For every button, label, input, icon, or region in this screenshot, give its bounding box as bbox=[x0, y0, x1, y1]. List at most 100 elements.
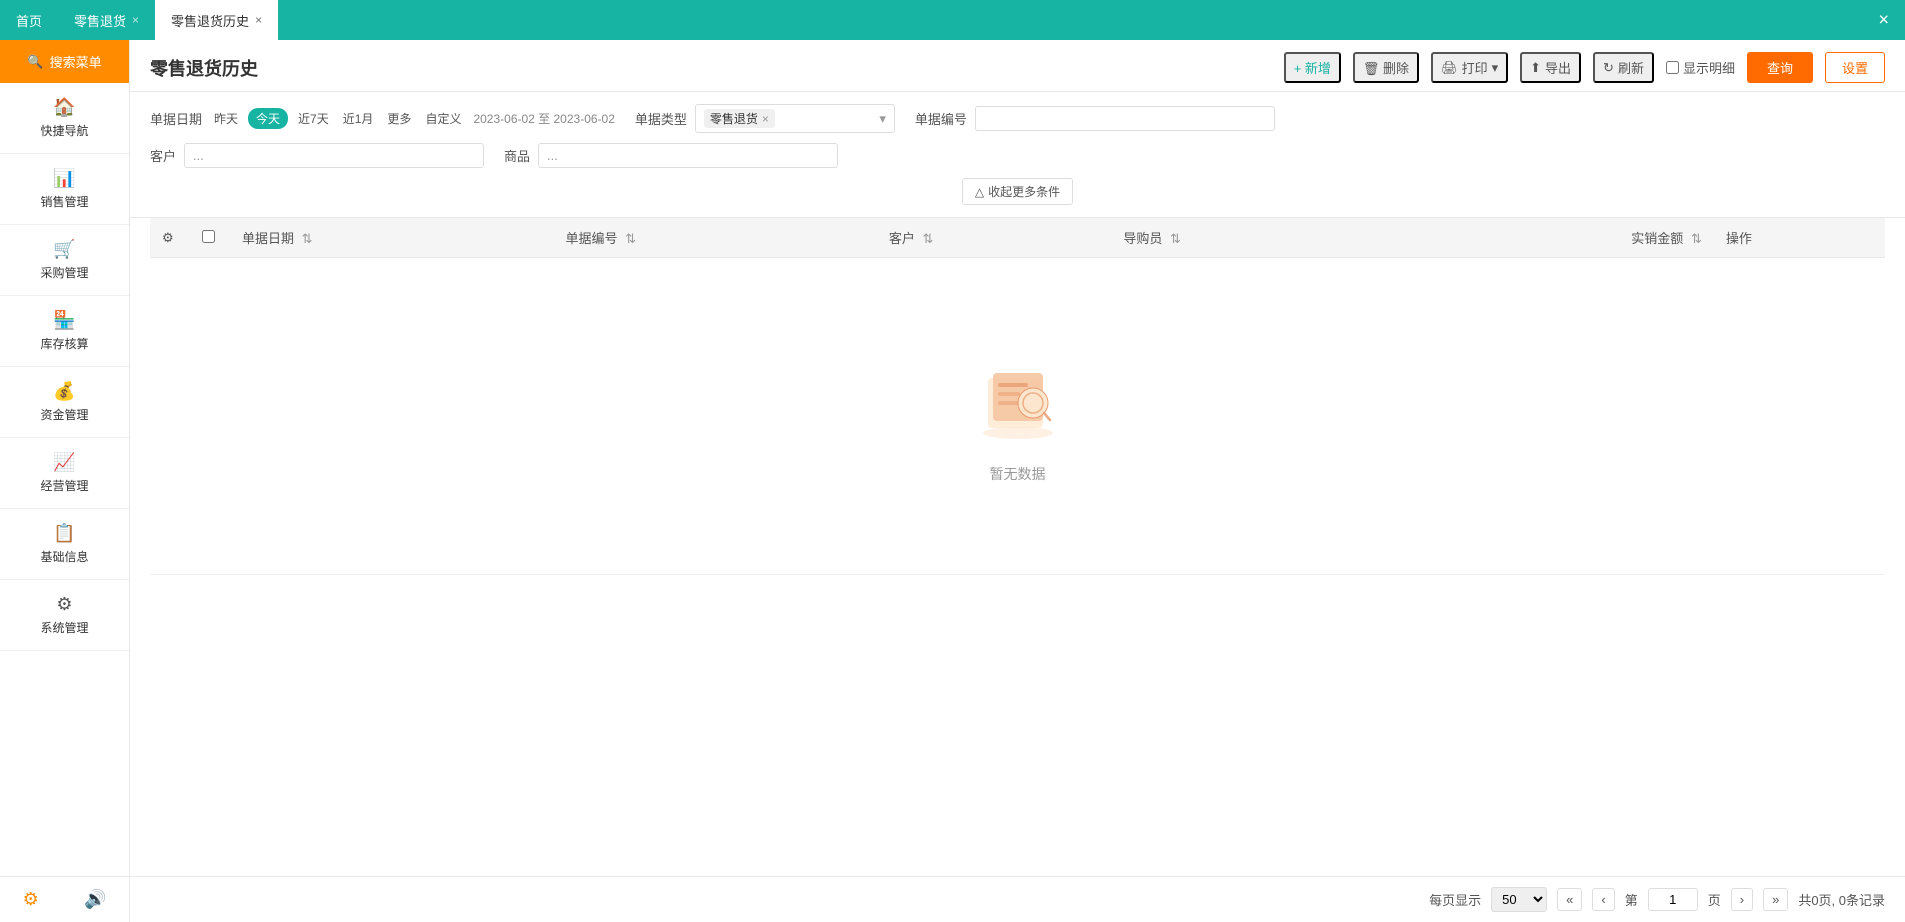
delete-button[interactable]: 🗑 删除 bbox=[1353, 52, 1419, 83]
sidebar-item-inventory-label: 库存核算 bbox=[40, 335, 88, 352]
customer-placeholder: ... bbox=[193, 148, 204, 163]
sidebar-item-quick-nav[interactable]: 🏠 快捷导航 bbox=[0, 83, 129, 154]
refresh-label: 刷新 bbox=[1618, 58, 1644, 77]
first-page-button[interactable]: « bbox=[1557, 888, 1582, 911]
sidebar-item-system[interactable]: ⚙ 系统管理 bbox=[0, 580, 129, 651]
customer-filter-label: 客户 bbox=[150, 146, 176, 165]
th-amount-sort[interactable]: ⇅ bbox=[1691, 231, 1702, 246]
sidebar-item-inventory[interactable]: 🏪 库存核算 bbox=[0, 296, 129, 367]
tab-retail-return-history[interactable]: 零售退货历史 × bbox=[155, 0, 278, 40]
export-label: 导出 bbox=[1545, 58, 1571, 77]
setting-button[interactable]: 设置 bbox=[1825, 52, 1885, 83]
th-guide-sort[interactable]: ⇅ bbox=[1170, 231, 1181, 246]
collapse-icon: △ bbox=[975, 185, 984, 199]
tab-list: 首页 零售退货 × 零售退货历史 × bbox=[0, 0, 1905, 40]
date-btn-more[interactable]: 更多 bbox=[383, 108, 415, 129]
sidebar-item-operations[interactable]: 📈 经营管理 bbox=[0, 438, 129, 509]
date-filter: 单据日期 昨天 今天 近7天 近1月 更多 自定义 2023-06-02 至 2… bbox=[150, 108, 615, 129]
empty-state: 暂无数据 bbox=[162, 268, 1873, 564]
tab-retail-return-history-close[interactable]: × bbox=[255, 13, 262, 27]
sidebar-search[interactable]: 🔍 搜索菜单 bbox=[0, 40, 129, 83]
table-area: ⚙ 单据日期 ⇅ 单据编号 ⇅ bbox=[130, 218, 1905, 876]
page-suffix-label: 页 bbox=[1708, 890, 1721, 909]
th-checkbox bbox=[190, 218, 230, 258]
goods-filter-select[interactable]: ... bbox=[538, 143, 838, 168]
tab-retail-return[interactable]: 零售退货 × bbox=[58, 0, 155, 40]
next-page-button[interactable]: › bbox=[1731, 888, 1753, 911]
print-button[interactable]: 🖨 打印 ▾ bbox=[1431, 52, 1508, 83]
tab-retail-return-close[interactable]: × bbox=[132, 13, 139, 27]
date-btn-1month[interactable]: 近1月 bbox=[339, 108, 378, 129]
per-page-select[interactable]: 10 20 50 100 bbox=[1491, 887, 1547, 912]
date-btn-custom[interactable]: 自定义 bbox=[421, 108, 465, 129]
bill-no-label: 单据编号 bbox=[915, 109, 967, 128]
tab-home[interactable]: 首页 bbox=[0, 0, 58, 40]
table-header-row: ⚙ 单据日期 ⇅ 单据编号 ⇅ bbox=[150, 218, 1885, 258]
purchase-icon: 🛒 bbox=[53, 239, 75, 260]
sidebar-item-purchase[interactable]: 🛒 采购管理 bbox=[0, 225, 129, 296]
sidebar-item-basic-info[interactable]: 📋 基础信息 bbox=[0, 509, 129, 580]
query-button[interactable]: 查询 bbox=[1747, 52, 1813, 83]
th-date-sort[interactable]: ⇅ bbox=[302, 231, 313, 246]
main-layout: 🔍 搜索菜单 🏠 快捷导航 📊 销售管理 🛒 采购管理 🏪 库存核算 💰 资金管… bbox=[0, 40, 1905, 922]
per-page-label: 每页显示 bbox=[1429, 890, 1481, 909]
sidebar-item-sales[interactable]: 📊 销售管理 bbox=[0, 154, 129, 225]
window-close-button[interactable]: × bbox=[1878, 10, 1889, 31]
goods-filter: 商品 ... bbox=[504, 143, 838, 168]
table-settings-icon[interactable]: ⚙ bbox=[162, 230, 174, 245]
th-customer: 客户 ⇅ bbox=[877, 218, 1112, 258]
prev-page-button[interactable]: ‹ bbox=[1592, 888, 1614, 911]
last-page-button[interactable]: » bbox=[1763, 888, 1788, 911]
top-bar: 首页 零售退货 × 零售退货历史 × × bbox=[0, 0, 1905, 40]
volume-icon[interactable]: 🔊 bbox=[84, 889, 106, 910]
filter-row-1: 单据日期 昨天 今天 近7天 近1月 更多 自定义 2023-06-02 至 2… bbox=[150, 104, 1885, 133]
print-dropdown-icon: ▾ bbox=[1492, 60, 1499, 76]
customer-filter-select[interactable]: ... bbox=[184, 143, 484, 168]
empty-illustration bbox=[968, 348, 1068, 448]
settings-bottom-icon[interactable]: ⚙ bbox=[23, 889, 39, 910]
th-bill-no-sort[interactable]: ⇅ bbox=[625, 231, 636, 246]
export-button[interactable]: ⬆ 导出 bbox=[1520, 52, 1581, 83]
add-button[interactable]: + 新增 bbox=[1284, 52, 1341, 83]
sidebar-item-system-label: 系统管理 bbox=[40, 619, 88, 636]
sidebar-item-finance-label: 资金管理 bbox=[40, 406, 88, 423]
page-prefix-label: 第 bbox=[1625, 890, 1638, 909]
sales-icon: 📊 bbox=[53, 168, 75, 189]
system-icon: ⚙ bbox=[56, 594, 72, 615]
tab-retail-return-history-label: 零售退货历史 bbox=[171, 11, 249, 30]
refresh-button[interactable]: ↻ 刷新 bbox=[1593, 52, 1654, 83]
operations-icon: 📈 bbox=[53, 452, 75, 473]
empty-state-cell: 暂无数据 bbox=[150, 258, 1885, 575]
search-icon: 🔍 bbox=[27, 54, 43, 70]
table-header: ⚙ 单据日期 ⇅ 单据编号 ⇅ bbox=[150, 218, 1885, 258]
type-filter-select[interactable]: 零售退货 × ▾ bbox=[695, 104, 895, 133]
th-settings: ⚙ bbox=[150, 218, 190, 258]
th-amount-label: 实销金额 bbox=[1631, 231, 1683, 246]
type-dropdown-arrow: ▾ bbox=[879, 111, 886, 127]
type-tag-remove[interactable]: × bbox=[762, 112, 769, 126]
th-customer-sort[interactable]: ⇅ bbox=[923, 231, 934, 246]
bill-no-input[interactable] bbox=[975, 106, 1275, 131]
select-all-checkbox[interactable] bbox=[202, 230, 215, 243]
show-detail-label: 显示明细 bbox=[1683, 58, 1735, 77]
page-title: 零售退货历史 bbox=[150, 55, 258, 81]
header-actions: + 新增 🗑 删除 🖨 打印 ▾ ⬆ 导出 ↻ 刷新 显示明细 bbox=[1284, 52, 1885, 83]
sidebar-bottom: ⚙ 🔊 bbox=[0, 876, 129, 922]
sidebar-item-basic-info-label: 基础信息 bbox=[40, 548, 88, 565]
show-detail-checkbox[interactable] bbox=[1666, 61, 1679, 74]
th-guide-label: 导购员 bbox=[1123, 231, 1162, 246]
collapse-filter-button[interactable]: △ 收起更多条件 bbox=[962, 178, 1073, 205]
page-number-input[interactable] bbox=[1648, 888, 1698, 911]
type-tag-value: 零售退货 bbox=[710, 110, 758, 127]
th-date: 单据日期 ⇅ bbox=[230, 218, 553, 258]
type-tag: 零售退货 × bbox=[704, 109, 775, 128]
sidebar-item-operations-label: 经营管理 bbox=[40, 477, 88, 494]
bill-no-filter: 单据编号 bbox=[915, 106, 1275, 131]
th-bill-no-label: 单据编号 bbox=[565, 231, 617, 246]
table-body: 暂无数据 bbox=[150, 258, 1885, 575]
date-btn-7days[interactable]: 近7天 bbox=[294, 108, 333, 129]
date-btn-today[interactable]: 今天 bbox=[248, 108, 288, 129]
date-btn-yesterday[interactable]: 昨天 bbox=[210, 108, 242, 129]
sidebar-item-finance[interactable]: 💰 资金管理 bbox=[0, 367, 129, 438]
sidebar-search-label: 搜索菜单 bbox=[50, 52, 102, 71]
